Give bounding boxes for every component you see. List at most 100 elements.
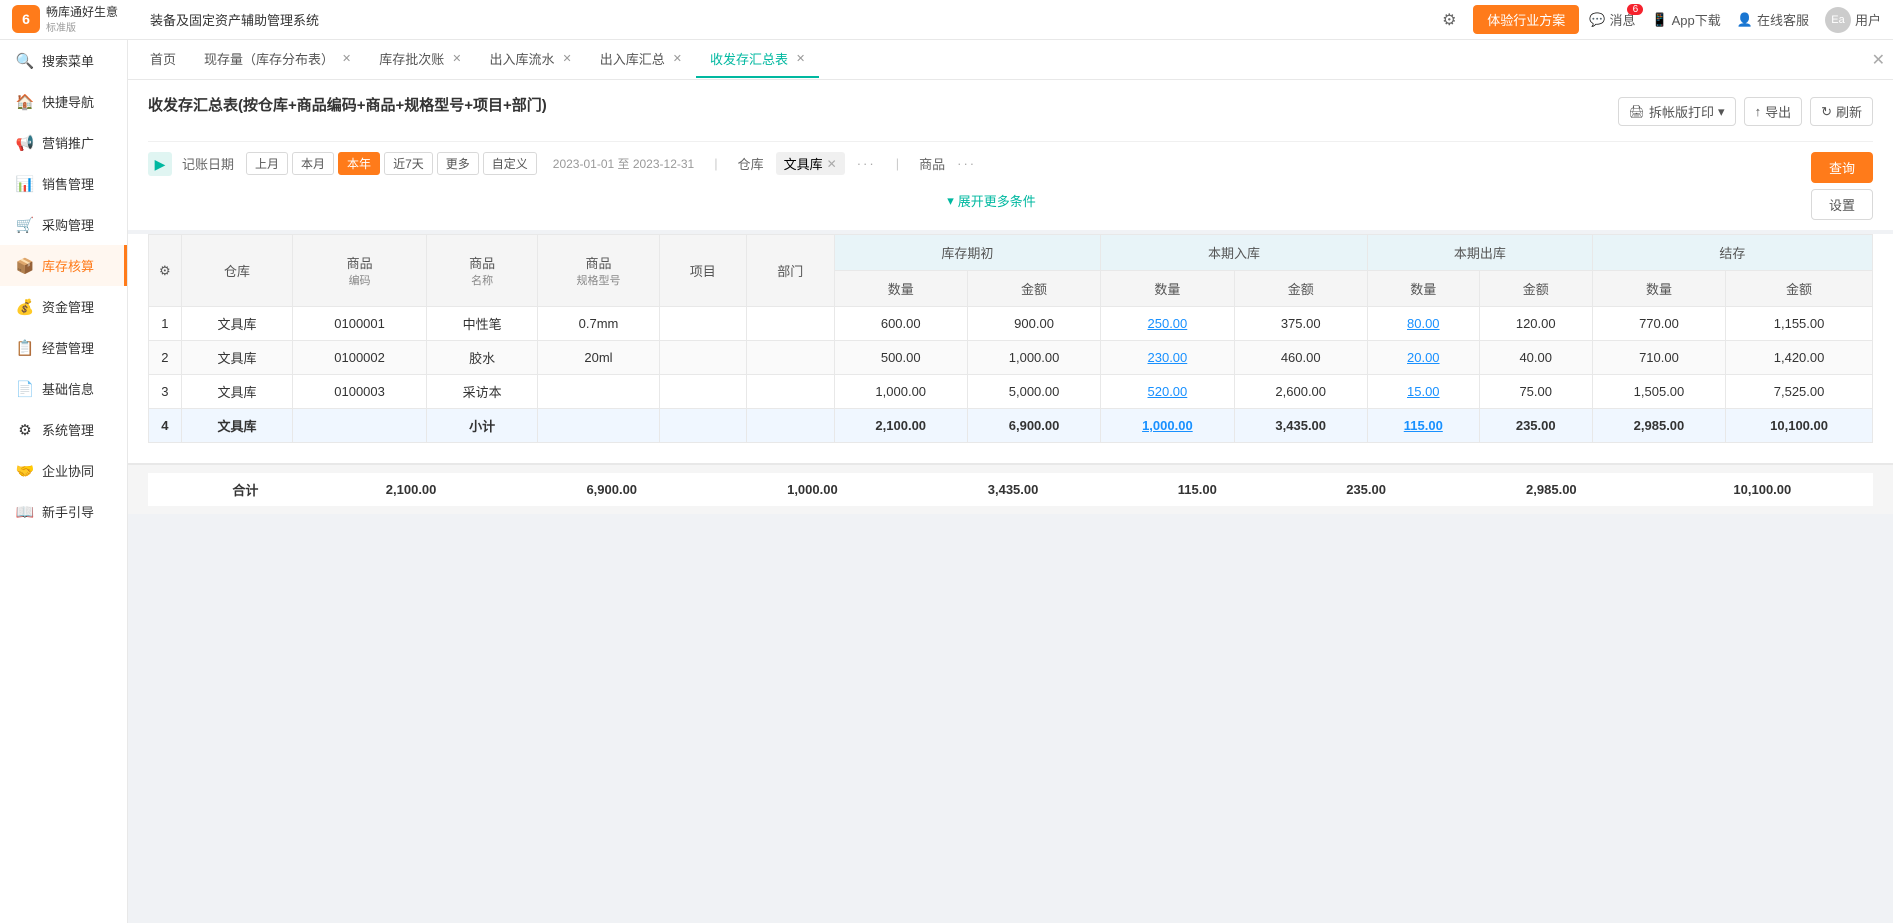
tab-home[interactable]: 首页 [136,41,190,78]
tab-batch-close[interactable]: ✕ [452,52,461,65]
trial-button[interactable]: 体验行业方案 [1473,5,1579,34]
filter-collapse-icon[interactable]: ▶ [148,152,172,176]
row-warehouse: 文具库 [181,375,293,409]
goods-more-dots[interactable]: ··· [957,156,976,171]
inventory-icon: 📦 [16,257,34,275]
sidebar-label-operations: 经营管理 [42,338,94,357]
tab-stock-dist[interactable]: 现存量（库存分布表） ✕ [190,41,365,78]
close-all-tabs-icon[interactable]: ✕ [1872,50,1885,70]
sidebar-item-sales[interactable]: 📊 销售管理 [0,163,127,204]
subtotal-goods-code [293,409,426,443]
warehouse-more-dots[interactable]: ··· [857,156,876,171]
row-project [659,307,747,341]
settings-icon[interactable]: ⚙ [1435,6,1463,34]
tab-inout-summary[interactable]: 出入库汇总 ✕ [586,41,696,78]
sidebar-item-quick-nav[interactable]: 🏠 快捷导航 [0,81,127,122]
system-icon: ⚙ [16,421,34,439]
sidebar-item-finance[interactable]: 💰 资金管理 [0,286,127,327]
row-opening-amt: 1,000.00 [967,341,1100,375]
date-btn-7days[interactable]: 近7天 [384,152,433,175]
row-period-in-qty[interactable]: 230.00 [1101,341,1234,375]
operations-icon: 📋 [16,339,34,357]
row-period-out-qty[interactable]: 20.00 [1367,341,1479,375]
subtotal-period-in-qty[interactable]: 1,000.00 [1101,409,1234,443]
expand-label: 展开更多条件 [958,191,1036,210]
sidebar-item-search[interactable]: 🔍 搜索菜单 [0,40,127,81]
tab-inout-flow-label: 出入库流水 [489,49,554,68]
date-btn-this-month[interactable]: 本月 [292,152,334,175]
table-settings-header[interactable]: ⚙ [149,235,182,307]
purchase-icon: 🛒 [16,216,34,234]
sidebar-label-sales: 销售管理 [42,174,94,193]
sidebar: 🔍 搜索菜单 🏠 快捷导航 📢 营销推广 📊 销售管理 🛒 采购管理 📦 [0,40,128,923]
sidebar-item-cooperation[interactable]: 🤝 企业协同 [0,450,127,491]
date-btn-custom[interactable]: 自定义 [483,152,537,175]
row-goods-code: 0100003 [293,375,426,409]
th-project: 项目 [659,235,747,307]
sidebar-item-system[interactable]: ⚙ 系统管理 [0,409,127,450]
row-opening-qty: 600.00 [834,307,967,341]
avatar: Ea [1825,7,1851,33]
tab-inout-summary-close[interactable]: ✕ [673,52,682,65]
online-service-label: 在线客服 [1757,10,1809,29]
query-button[interactable]: 查询 [1811,152,1873,183]
subtotal-ending-qty: 2,985.00 [1592,409,1725,443]
warehouse-tag[interactable]: 文具库 ✕ [776,152,845,175]
subtotal-warehouse: 文具库 [181,409,293,443]
tab-inout-flow[interactable]: 出入库流水 ✕ [475,41,585,78]
row-opening-qty: 1,000.00 [834,375,967,409]
refresh-button[interactable]: ↻ 刷新 [1810,97,1873,126]
row-ending-amt: 1,155.00 [1726,307,1873,341]
user-item[interactable]: Ea 用户 [1825,7,1881,33]
row-warehouse: 文具库 [181,341,293,375]
th-period-out: 本期出库 [1367,235,1592,271]
date-btn-last-month[interactable]: 上月 [246,152,288,175]
footer-period-in-qty: 1,000.00 [712,473,913,506]
tab-receive-send[interactable]: 收发存汇总表 ✕ [696,41,819,78]
subtotal-opening-amt: 6,900.00 [967,409,1100,443]
th-ending: 结存 [1592,235,1872,271]
row-project [659,341,747,375]
sidebar-item-purchase[interactable]: 🛒 采购管理 [0,204,127,245]
footer-ending-qty: 2,985.00 [1451,473,1652,506]
filter-settings-button[interactable]: 设置 [1811,189,1873,220]
sidebar-label-inventory: 库存核算 [42,256,94,275]
tab-stock-dist-close[interactable]: ✕ [342,52,351,65]
tab-receive-send-close[interactable]: ✕ [796,52,805,65]
notifications-badge: 6 [1627,4,1643,15]
tab-bar: 首页 现存量（库存分布表） ✕ 库存批次账 ✕ 出入库流水 ✕ 出入库汇总 ✕ [128,40,1893,80]
footer-total-row: 合计 2,100.00 6,900.00 1,000.00 3,435.00 1… [148,473,1873,506]
row-opening-amt: 900.00 [967,307,1100,341]
row-period-in-amt: 375.00 [1234,307,1367,341]
row-period-out-qty[interactable]: 15.00 [1367,375,1479,409]
app-download-item[interactable]: 📱 App下载 [1651,10,1720,29]
subtotal-period-out-qty[interactable]: 115.00 [1367,409,1479,443]
warehouse-tag-remove[interactable]: ✕ [827,157,837,171]
export-button[interactable]: ↑ 导出 [1744,97,1803,126]
sidebar-item-basic-info[interactable]: 📄 基础信息 [0,368,127,409]
sidebar-item-marketing[interactable]: 📢 营销推广 [0,122,127,163]
notifications-item[interactable]: 💬 消息 6 [1589,10,1635,29]
date-btn-this-year[interactable]: 本年 [338,152,380,175]
tab-inout-flow-close[interactable]: ✕ [563,52,572,65]
sidebar-item-operations[interactable]: 📋 经营管理 [0,327,127,368]
row-dept [747,307,835,341]
subtotal-goods-spec [538,409,659,443]
row-ending-qty: 710.00 [1592,341,1725,375]
row-period-in-qty[interactable]: 250.00 [1101,307,1234,341]
print-button[interactable]: 🖨 拆帐版打印 ▾ [1618,97,1736,126]
cooperation-icon: 🤝 [16,462,34,480]
sidebar-item-newbie[interactable]: 📖 新手引导 [0,491,127,532]
sidebar-item-inventory[interactable]: 📦 库存核算 [0,245,127,286]
row-period-in-qty[interactable]: 520.00 [1101,375,1234,409]
warehouse-tag-text: 文具库 [784,154,823,173]
footer-ending-amt: 10,100.00 [1652,473,1873,506]
row-period-out-qty[interactable]: 80.00 [1367,307,1479,341]
expand-filter-button[interactable]: ▾ 展开更多条件 [947,191,1036,210]
th-dept: 部门 [747,235,835,307]
online-service-item[interactable]: 👤 在线客服 [1737,10,1809,29]
export-label: 导出 [1765,102,1791,121]
date-btn-more[interactable]: 更多 [437,152,479,175]
sidebar-label-basic-info: 基础信息 [42,379,94,398]
tab-batch[interactable]: 库存批次账 ✕ [365,41,475,78]
